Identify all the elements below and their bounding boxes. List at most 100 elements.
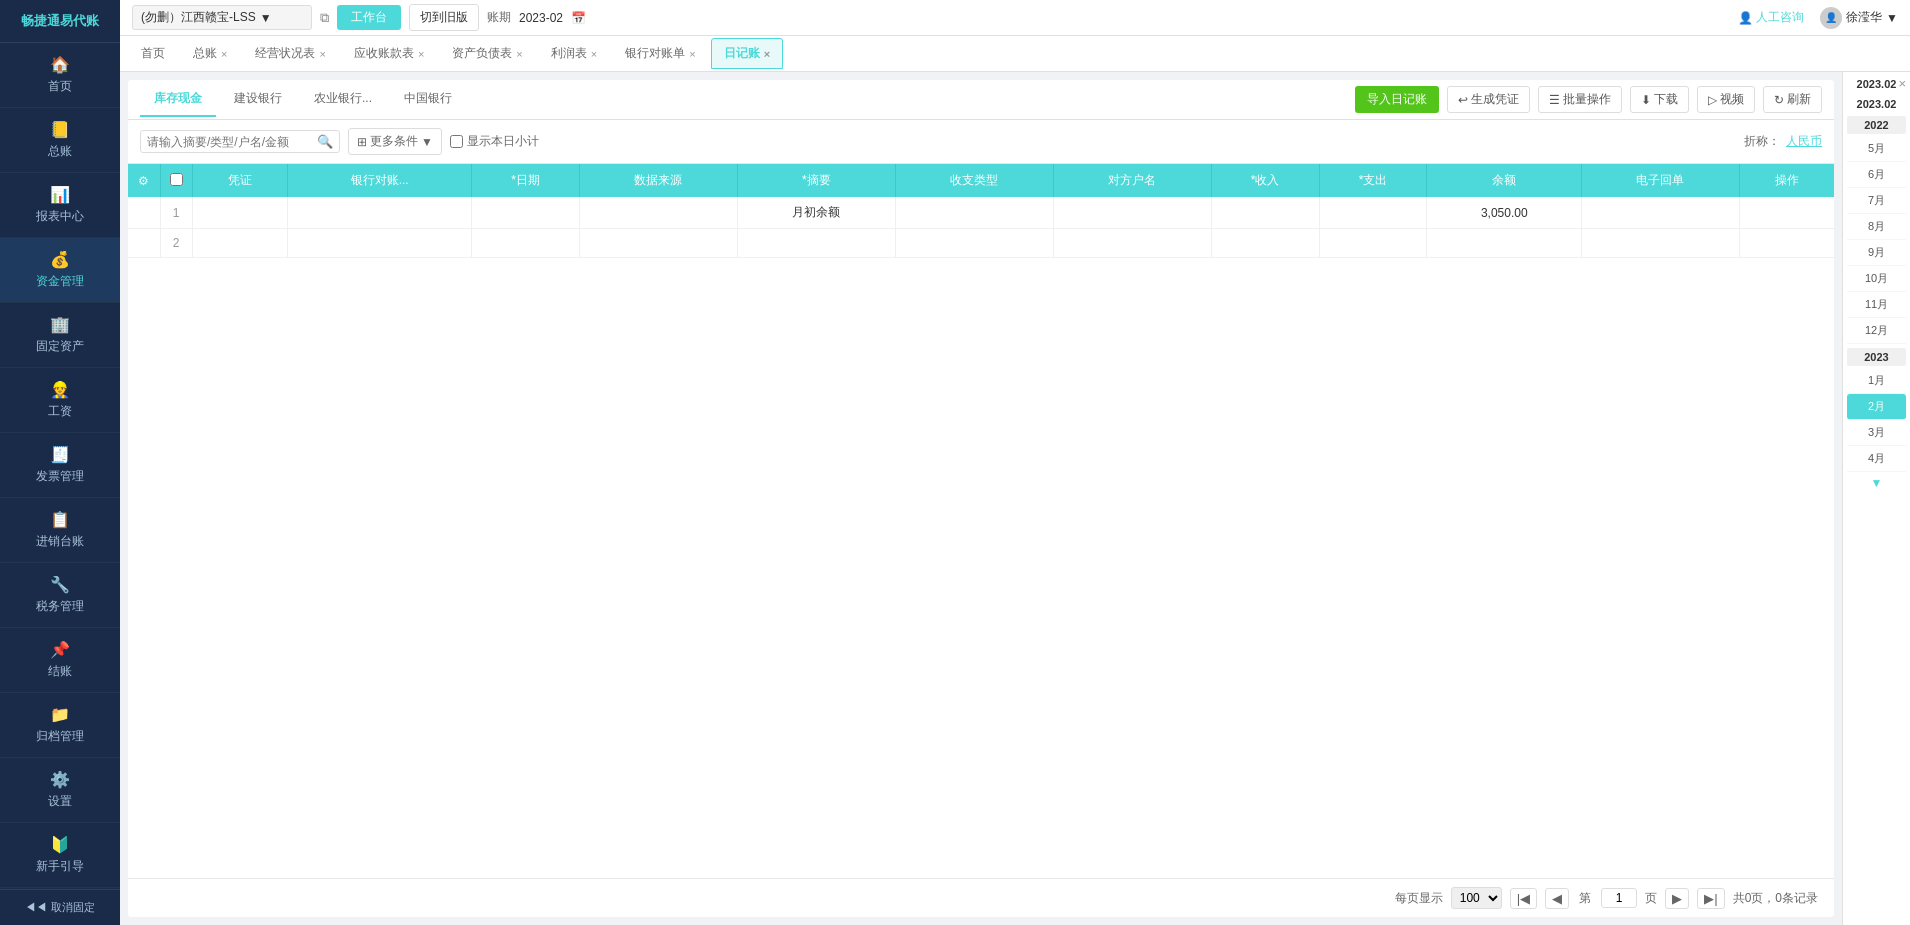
tab-home[interactable]: 首页 <box>128 38 178 69</box>
copy-icon[interactable]: ⧉ <box>320 10 329 26</box>
sidebar-unpin[interactable]: ◀◀ 取消固定 <box>0 889 120 925</box>
sub-tab-cash[interactable]: 库存现金 <box>140 82 216 117</box>
tab-business[interactable]: 经营状况表 × <box>242 38 338 69</box>
sub-tab-ccb[interactable]: 建设银行 <box>220 82 296 117</box>
page-unit-label: 页 <box>1645 890 1657 907</box>
tab-journal[interactable]: 日记账 × <box>711 38 783 69</box>
sidebar-item-guide[interactable]: 🔰 新手引导 <box>0 823 120 888</box>
sidebar-item-settlement[interactable]: 📌 结账 <box>0 628 120 693</box>
calendar-icon[interactable]: 📅 <box>571 11 586 25</box>
tab-bank[interactable]: 银行对账单 × <box>612 38 708 69</box>
download-button[interactable]: ⬇ 下载 <box>1630 86 1689 113</box>
tab-receivable-close[interactable]: × <box>418 48 424 60</box>
select-all-checkbox[interactable] <box>170 173 183 186</box>
company-selector[interactable]: (勿删）江西赣宝-LSS ▼ <box>132 5 312 30</box>
row-summary: 月初余额 <box>792 205 840 219</box>
batch-op-button[interactable]: ☰ 批量操作 <box>1538 86 1622 113</box>
period-value[interactable]: 2023-02 <box>519 11 563 25</box>
row-number: 2 <box>173 236 180 250</box>
calendar-month-10[interactable]: 10月 <box>1847 266 1906 292</box>
calendar-month-3[interactable]: 3月 <box>1847 420 1906 446</box>
tab-bank-label: 银行对账单 <box>625 45 685 62</box>
sidebar-item-invoice[interactable]: 🧾 发票管理 <box>0 433 120 498</box>
sidebar-item-home[interactable]: 🏠 首页 <box>0 43 120 108</box>
th-settings[interactable]: ⚙ <box>128 164 160 197</box>
next-page-button[interactable]: ▶ <box>1665 888 1689 909</box>
sub-tab-boc[interactable]: 中国银行 <box>390 82 466 117</box>
tab-profit[interactable]: 利润表 × <box>538 38 610 69</box>
chevron-down-icon: ▼ <box>260 11 272 25</box>
sidebar-item-purchsales[interactable]: 📋 进销台账 <box>0 498 120 563</box>
filter-chevron-icon: ▼ <box>421 135 433 149</box>
sidebar-item-payroll[interactable]: 👷 工资 <box>0 368 120 433</box>
tab-balance-close[interactable]: × <box>516 48 522 60</box>
show-daily-label: 显示本日小计 <box>467 133 539 150</box>
refresh-button[interactable]: ↻ 刷新 <box>1763 86 1822 113</box>
tab-receivable[interactable]: 应收账款表 × <box>341 38 437 69</box>
th-checkbox[interactable] <box>160 164 192 197</box>
calendar-month-9[interactable]: 9月 <box>1847 240 1906 266</box>
calendar-month-4[interactable]: 4月 <box>1847 446 1906 472</box>
calendar-month-5[interactable]: 5月 <box>1847 136 1906 162</box>
tab-journal-close[interactable]: × <box>764 48 770 60</box>
tab-bank-close[interactable]: × <box>689 48 695 60</box>
prev-page-button[interactable]: ◀ <box>1545 888 1569 909</box>
row-income-cell <box>1211 197 1319 229</box>
calendar-nav-down[interactable]: ▼ <box>1843 472 1910 494</box>
show-daily-checkbox[interactable]: 显示本日小计 <box>450 133 539 150</box>
user-service[interactable]: 👤 人工咨询 <box>1738 9 1804 26</box>
calendar-month-11[interactable]: 11月 <box>1847 292 1906 318</box>
last-page-button[interactable]: ▶| <box>1697 888 1724 909</box>
sidebar-item-assets[interactable]: 🏢 固定资产 <box>0 303 120 368</box>
service-icon: 👤 <box>1738 11 1753 25</box>
calendar-month-8[interactable]: 8月 <box>1847 214 1906 240</box>
service-label: 人工咨询 <box>1756 9 1804 26</box>
th-date: *日期 <box>472 164 580 197</box>
first-page-button[interactable]: |◀ <box>1510 888 1537 909</box>
search-box[interactable]: 🔍 <box>140 130 340 153</box>
sidebar-item-ledger[interactable]: 📒 总账 <box>0 108 120 173</box>
video-button[interactable]: ▷ 视频 <box>1697 86 1755 113</box>
sidebar-item-funds[interactable]: 💰 资金管理 <box>0 238 120 303</box>
per-page-select[interactable]: 100 <box>1451 887 1502 909</box>
th-payment-type: 收支类型 <box>895 164 1053 197</box>
sidebar-item-label: 报表中心 <box>36 208 84 225</box>
main-content: (勿删）江西赣宝-LSS ▼ ⧉ 工作台 切到旧版 账期 2023-02 📅 👤… <box>120 0 1910 925</box>
calendar-month-6[interactable]: 6月 <box>1847 162 1906 188</box>
row-bank-cell <box>288 197 472 229</box>
tab-ledger[interactable]: 总账 × <box>180 38 240 69</box>
sidebar-item-archive[interactable]: 📁 归档管理 <box>0 693 120 758</box>
sidebar-item-settings[interactable]: ⚙️ 设置 <box>0 758 120 823</box>
sidebar-item-reports[interactable]: 📊 报表中心 <box>0 173 120 238</box>
import-journal-button[interactable]: 导入日记账 <box>1355 86 1439 113</box>
calendar-month-7[interactable]: 7月 <box>1847 188 1906 214</box>
old-version-button[interactable]: 切到旧版 <box>409 4 479 31</box>
row-source-cell <box>580 229 738 258</box>
tab-journal-label: 日记账 <box>724 45 760 62</box>
tab-profit-close[interactable]: × <box>591 48 597 60</box>
calendar-month-12[interactable]: 12月 <box>1847 318 1906 344</box>
page-input[interactable] <box>1601 888 1637 908</box>
calendar-month-1[interactable]: 1月 <box>1847 368 1906 394</box>
work-bench-button[interactable]: 工作台 <box>337 5 401 30</box>
row-balance-cell: 3,050.00 <box>1427 197 1582 229</box>
gen-voucher-button[interactable]: ↩ 生成凭证 <box>1447 86 1530 113</box>
year-2022-section: 2022 5月 6月 7月 8月 9月 10月 11月 12月 <box>1843 112 1910 344</box>
calendar-month-2-active[interactable]: 2月 <box>1847 394 1906 420</box>
archive-icon: 📁 <box>50 705 70 724</box>
sidebar-item-label: 进销台账 <box>36 533 84 550</box>
tab-balance[interactable]: 资产负债表 × <box>439 38 535 69</box>
user-info[interactable]: 👤 徐滢华 ▼ <box>1820 7 1898 29</box>
sidebar-item-tax[interactable]: 🔧 税务管理 <box>0 563 120 628</box>
filter-button[interactable]: ⊞ 更多条件 ▼ <box>348 128 442 155</box>
show-daily-input[interactable] <box>450 135 463 148</box>
search-icon[interactable]: 🔍 <box>317 134 333 149</box>
search-input[interactable] <box>147 135 313 149</box>
tab-ledger-close[interactable]: × <box>221 48 227 60</box>
table-header-row: ⚙ 凭证 银行对账... *日期 数据来源 *摘要 收支类型 对方户名 *收入 <box>128 164 1834 197</box>
sub-tab-abc[interactable]: 农业银行... <box>300 82 386 117</box>
tab-business-close[interactable]: × <box>319 48 325 60</box>
row-settings-cell <box>128 229 160 258</box>
calendar-close-button[interactable]: × <box>1898 76 1906 91</box>
currency-select[interactable]: 人民币 <box>1786 133 1822 150</box>
